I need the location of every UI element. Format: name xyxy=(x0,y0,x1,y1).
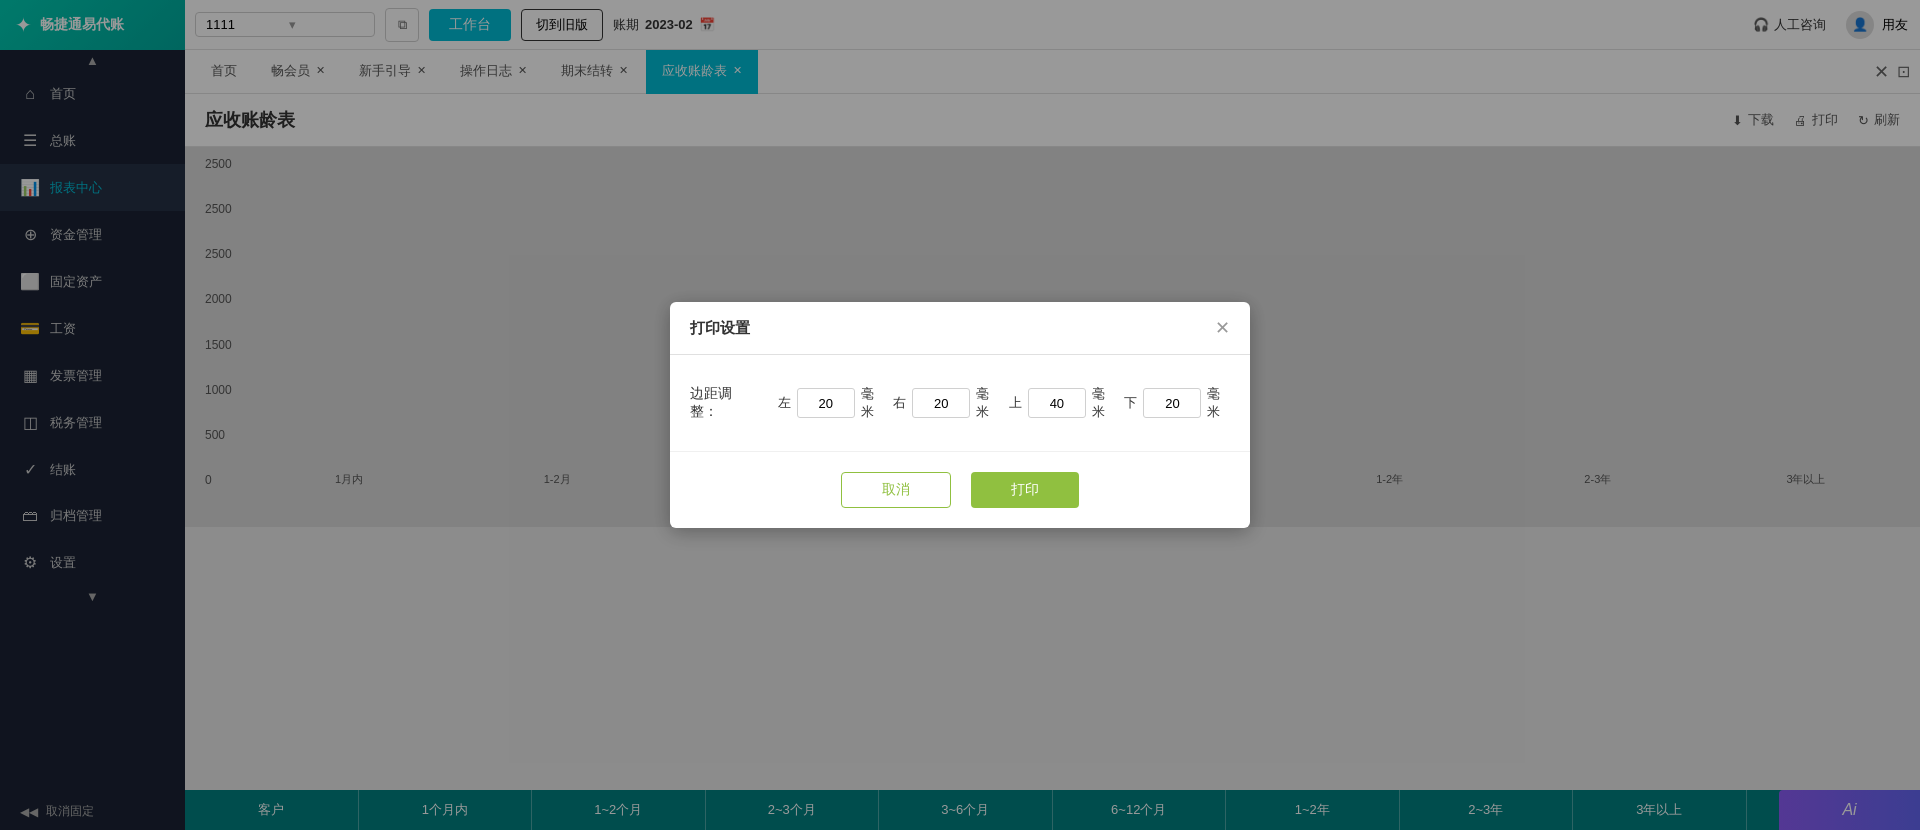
cancel-button[interactable]: 取消 xyxy=(841,472,951,508)
print-confirm-button[interactable]: 打印 xyxy=(971,472,1079,508)
margin-label: 边距调整： xyxy=(690,385,758,421)
margin-right-group: 右 毫米 xyxy=(893,385,999,421)
margin-left-group: 左 毫米 xyxy=(778,385,884,421)
margin-bottom-group: 下 毫米 xyxy=(1124,385,1230,421)
dialog-footer: 取消 打印 xyxy=(670,451,1250,528)
dialog-close-button[interactable]: ✕ xyxy=(1215,317,1230,339)
right-unit: 毫米 xyxy=(976,385,999,421)
dialog-title: 打印设置 xyxy=(690,319,750,338)
top-label: 上 xyxy=(1009,394,1022,412)
margin-row: 边距调整： 左 毫米 右 毫米 上 毫米 下 xyxy=(690,385,1230,421)
print-settings-dialog: 打印设置 ✕ 边距调整： 左 毫米 右 毫米 上 毫米 xyxy=(670,302,1250,528)
left-margin-input[interactable] xyxy=(797,388,855,418)
dialog-overlay: 打印设置 ✕ 边距调整： 左 毫米 右 毫米 上 毫米 xyxy=(0,0,1920,830)
dialog-body: 边距调整： 左 毫米 右 毫米 上 毫米 下 xyxy=(670,355,1250,451)
dialog-header: 打印设置 ✕ xyxy=(670,302,1250,355)
bottom-label: 下 xyxy=(1124,394,1137,412)
bottom-margin-input[interactable] xyxy=(1143,388,1201,418)
margin-top-group: 上 毫米 xyxy=(1009,385,1115,421)
top-margin-input[interactable] xyxy=(1028,388,1086,418)
left-unit: 毫米 xyxy=(861,385,884,421)
top-unit: 毫米 xyxy=(1092,385,1115,421)
bottom-unit: 毫米 xyxy=(1207,385,1230,421)
right-label: 右 xyxy=(893,394,906,412)
right-margin-input[interactable] xyxy=(912,388,970,418)
left-label: 左 xyxy=(778,394,791,412)
